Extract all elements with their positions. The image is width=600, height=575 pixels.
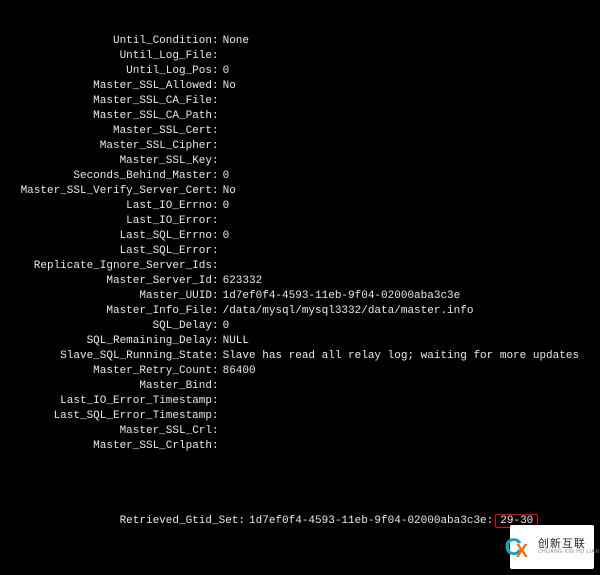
field-value: 0 [219,64,230,79]
status-row: Until_Log_Pos:0 [6,64,594,79]
field-label: Master_Bind [6,379,212,394]
field-label: Master_SSL_CA_Path [6,109,212,124]
field-label: Slave_SQL_Running_State [6,349,212,364]
field-label: Retrieved_Gtid_Set [32,514,238,529]
field-label: Master_SSL_Crl [6,424,212,439]
status-row: Master_SSL_Crl: [6,424,594,439]
field-value: No [219,79,236,94]
status-row: Master_Bind: [6,379,594,394]
field-label: Master_SSL_Allowed [6,79,212,94]
field-label: Replicate_Ignore_Server_Ids [6,259,212,274]
field-value: 0 [219,229,230,244]
status-row: Master_SSL_Cipher: [6,139,594,154]
retrieved-gtid-base: 1d7ef0f4-4593-11eb-9f04-02000aba3c3e:29-… [245,514,538,529]
field-value: 0 [219,169,230,184]
status-row: Last_SQL_Error_Timestamp: [6,409,594,424]
field-label: Until_Log_Pos [6,64,212,79]
field-label: Master_Info_File [6,304,212,319]
status-row: Until_Condition:None [6,34,594,49]
field-label: Until_Log_File [6,49,212,64]
field-value: No [219,184,236,199]
field-value: 0 [219,199,230,214]
status-row: SQL_Delay:0 [6,319,594,334]
field-label: SQL_Delay [6,319,212,334]
status-row: Master_Server_Id:623332 [6,274,594,289]
field-label: Last_IO_Errno [6,199,212,214]
status-row: Last_SQL_Errno:0 [6,229,594,244]
status-row: Master_SSL_CA_File: [6,94,594,109]
status-row: Replicate_Ignore_Server_Ids: [6,259,594,274]
status-row: Until_Log_File: [6,49,594,64]
field-value: 0 [219,319,230,334]
terminal-output: Until_Condition:NoneUntil_Log_File:Until… [0,0,600,575]
watermark-logo-x: X [516,544,528,559]
status-row: Slave_SQL_Running_State:Slave has read a… [6,349,594,364]
field-value: /data/mysql/mysql3332/data/master.info [219,304,474,319]
field-label: Master_SSL_Verify_Server_Cert [6,184,212,199]
field-label: Seconds_Behind_Master [6,169,212,184]
status-row: Last_SQL_Error: [6,244,594,259]
status-row: Master_SSL_Verify_Server_Cert:No [6,184,594,199]
field-label: Last_SQL_Error [6,244,212,259]
status-row: Master_SSL_Crlpath: [6,439,594,454]
status-row: Last_IO_Error_Timestamp: [6,394,594,409]
watermark-logo: C X 创新互联 CHUANG XIN HU LIAN [510,525,594,569]
field-label: Master_SSL_CA_File [6,94,212,109]
status-row: Seconds_Behind_Master:0 [6,169,594,184]
status-row: Master_UUID:1d7ef0f4-4593-11eb-9f04-0200… [6,289,594,304]
status-row: Master_Info_File:/data/mysql/mysql3332/d… [6,304,594,319]
status-row: SQL_Remaining_Delay:NULL [6,334,594,349]
field-label: Master_Retry_Count [6,364,212,379]
field-label: Last_IO_Error [6,214,212,229]
field-label: Master_SSL_Crlpath [6,439,212,454]
status-row: Last_IO_Error: [6,214,594,229]
status-row: Master_SSL_Key: [6,154,594,169]
field-label: Until_Condition [6,34,212,49]
field-label: Last_SQL_Errno [6,229,212,244]
status-row: Master_SSL_Allowed:No [6,79,594,94]
field-label: Master_SSL_Key [6,154,212,169]
watermark-en: CHUANG XIN HU LIAN [538,550,600,555]
field-label: Last_IO_Error_Timestamp [6,394,212,409]
field-label: Master_Server_Id [6,274,212,289]
field-label: Master_UUID [6,289,212,304]
status-row: Master_SSL_Cert: [6,124,594,139]
status-row: Master_Retry_Count:86400 [6,364,594,379]
field-value: 1d7ef0f4-4593-11eb-9f04-02000aba3c3e [219,289,461,304]
field-label: SQL_Remaining_Delay [6,334,212,349]
field-label: Master_SSL_Cipher [6,139,212,154]
status-row: Last_IO_Errno:0 [6,199,594,214]
field-value: 623332 [219,274,263,289]
field-value: 86400 [219,364,256,379]
field-value: NULL [219,334,249,349]
field-value: None [219,34,249,49]
field-label: Master_SSL_Cert [6,124,212,139]
field-value: Slave has read all relay log; waiting fo… [219,349,579,364]
field-label: Last_SQL_Error_Timestamp [6,409,212,424]
status-row: Master_SSL_CA_Path: [6,109,594,124]
